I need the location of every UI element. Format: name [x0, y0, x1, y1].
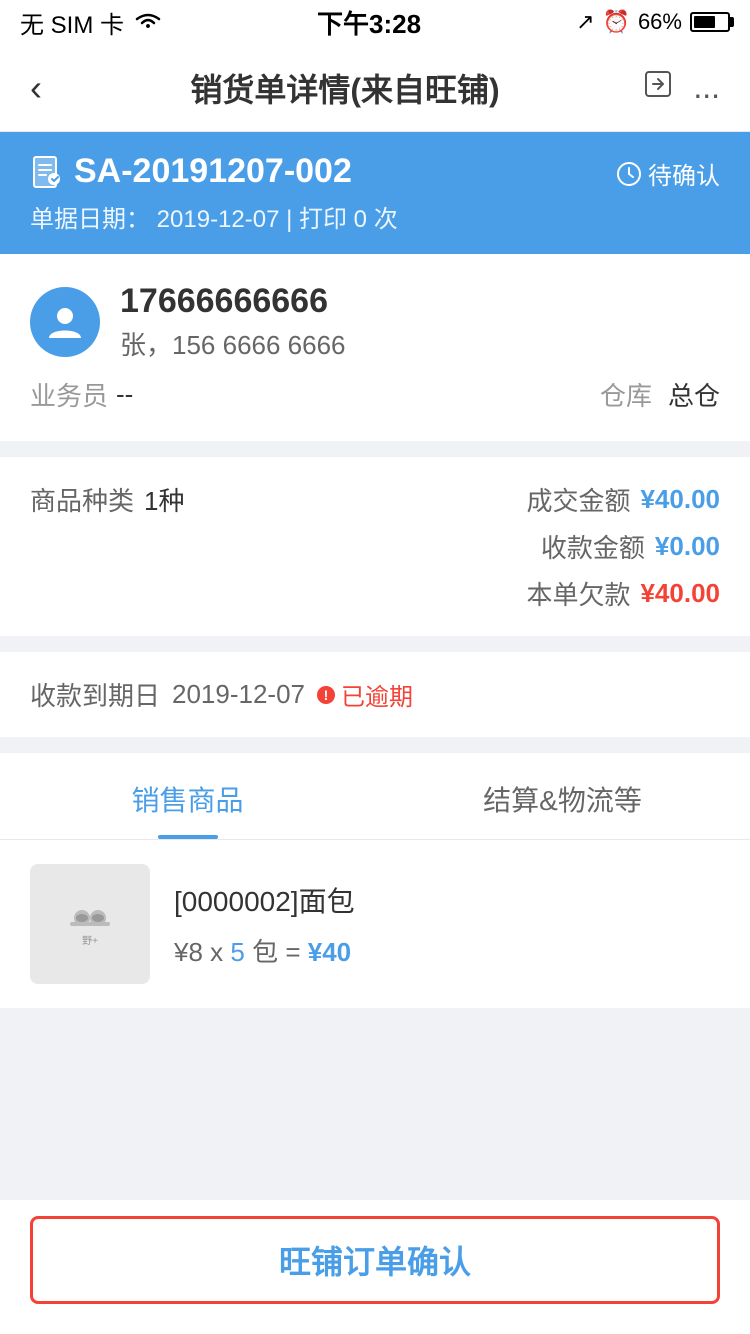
bottom-spacer [0, 1012, 750, 1132]
due-date: 2019-12-07 [172, 679, 305, 710]
product-info: [0000002]面包 ¥8 x 5 包 = ¥40 [174, 880, 720, 969]
tab-sales-products[interactable]: 销售商品 [0, 753, 375, 839]
status-left: 无 SIM 卡 [20, 5, 162, 40]
summary-card: 商品种类 1种 成交金额 ¥40.00 收款金额 ¥0.00 本单欠款 ¥40.… [0, 457, 750, 636]
due-label: 收款到期日 [30, 676, 160, 713]
status-text: 待确认 [648, 156, 720, 191]
amount-value: ¥40.00 [640, 484, 720, 515]
product-thumbnail: 野+ [30, 864, 150, 984]
overdue-badge: ! 已逾期 [317, 677, 413, 712]
tab-settlement[interactable]: 结算&物流等 [375, 753, 750, 839]
product-total: ¥40 [308, 937, 351, 967]
alarm-icon: ⏰ [603, 9, 630, 35]
clock-icon [616, 161, 642, 187]
qty: 5 [230, 937, 244, 967]
product-price-row: ¥8 x 5 包 = ¥40 [174, 932, 720, 969]
overdue-text: 已逾期 [341, 677, 413, 712]
tabs-bar: 销售商品 结算&物流等 [0, 753, 750, 840]
type-value: 1种 [144, 481, 184, 518]
customer-phone: 17666666666 [120, 282, 346, 321]
nav-actions: ... [600, 69, 720, 107]
warehouse-value: 总仓 [668, 376, 720, 413]
order-id-text: SA-20191207-002 [74, 152, 352, 191]
due-date-card: 收款到期日 2019-12-07 ! 已逾期 [0, 652, 750, 737]
warehouse-label: 仓库 [600, 376, 652, 413]
product-name: [0000002]面包 [174, 880, 720, 920]
avatar [30, 287, 100, 357]
location-icon: ↗ [576, 9, 594, 35]
owed-value: ¥40.00 [640, 578, 720, 609]
back-button[interactable]: ‹ [30, 67, 90, 109]
order-header-banner: SA-20191207-002 单据日期： 2019-12-07 | 打印 0 … [0, 132, 750, 254]
order-status: 待确认 [616, 156, 720, 191]
more-icon[interactable]: ... [693, 69, 720, 106]
nav-bar: ‹ 销货单详情(来自旺铺) ... [0, 44, 750, 132]
order-date-line: 单据日期： 2019-12-07 | 打印 0 次 [30, 199, 398, 234]
order-icon [30, 155, 64, 189]
owed-label: 本单欠款 [526, 575, 630, 612]
receipt-value: ¥0.00 [655, 531, 720, 562]
confirm-button[interactable]: 旺铺订单确认 [30, 1216, 720, 1304]
battery-icon [690, 12, 730, 32]
wifi-icon [134, 12, 162, 32]
status-right: ↗ ⏰ 66% [576, 9, 730, 35]
person-icon [45, 302, 85, 342]
sales-value: -- [116, 379, 133, 410]
product-card: 野+ [0000002]面包 ¥8 x 5 包 = ¥40 [0, 840, 750, 1008]
sales-label: 业务员 [30, 376, 108, 413]
unit-price: ¥8 [174, 937, 203, 967]
customer-card: 17666666666 张，156 6666 6666 业务员 -- 仓库 总仓 [0, 254, 750, 441]
receipt-label: 收款金额 [541, 528, 645, 565]
type-label: 商品种类 [30, 481, 134, 518]
status-time: 下午3:28 [317, 4, 421, 41]
status-bar: 无 SIM 卡 下午3:28 ↗ ⏰ 66% [0, 0, 750, 44]
amount-label: 成交金额 [526, 481, 630, 518]
battery-text: 66% [638, 9, 682, 35]
page-title: 销货单详情(来自旺铺) [90, 65, 600, 111]
overdue-icon: ! [317, 686, 335, 704]
customer-name: 张，156 6666 6666 [120, 325, 346, 362]
share-icon[interactable] [643, 69, 673, 107]
unit: 包 [252, 937, 278, 967]
bottom-button-wrap: 旺铺订单确认 [0, 1200, 750, 1334]
svg-text:野+: 野+ [82, 935, 98, 947]
meta-row: 业务员 -- 仓库 总仓 [30, 376, 720, 413]
order-id-row: SA-20191207-002 [30, 152, 398, 191]
carrier-text: 无 SIM 卡 [20, 5, 124, 40]
